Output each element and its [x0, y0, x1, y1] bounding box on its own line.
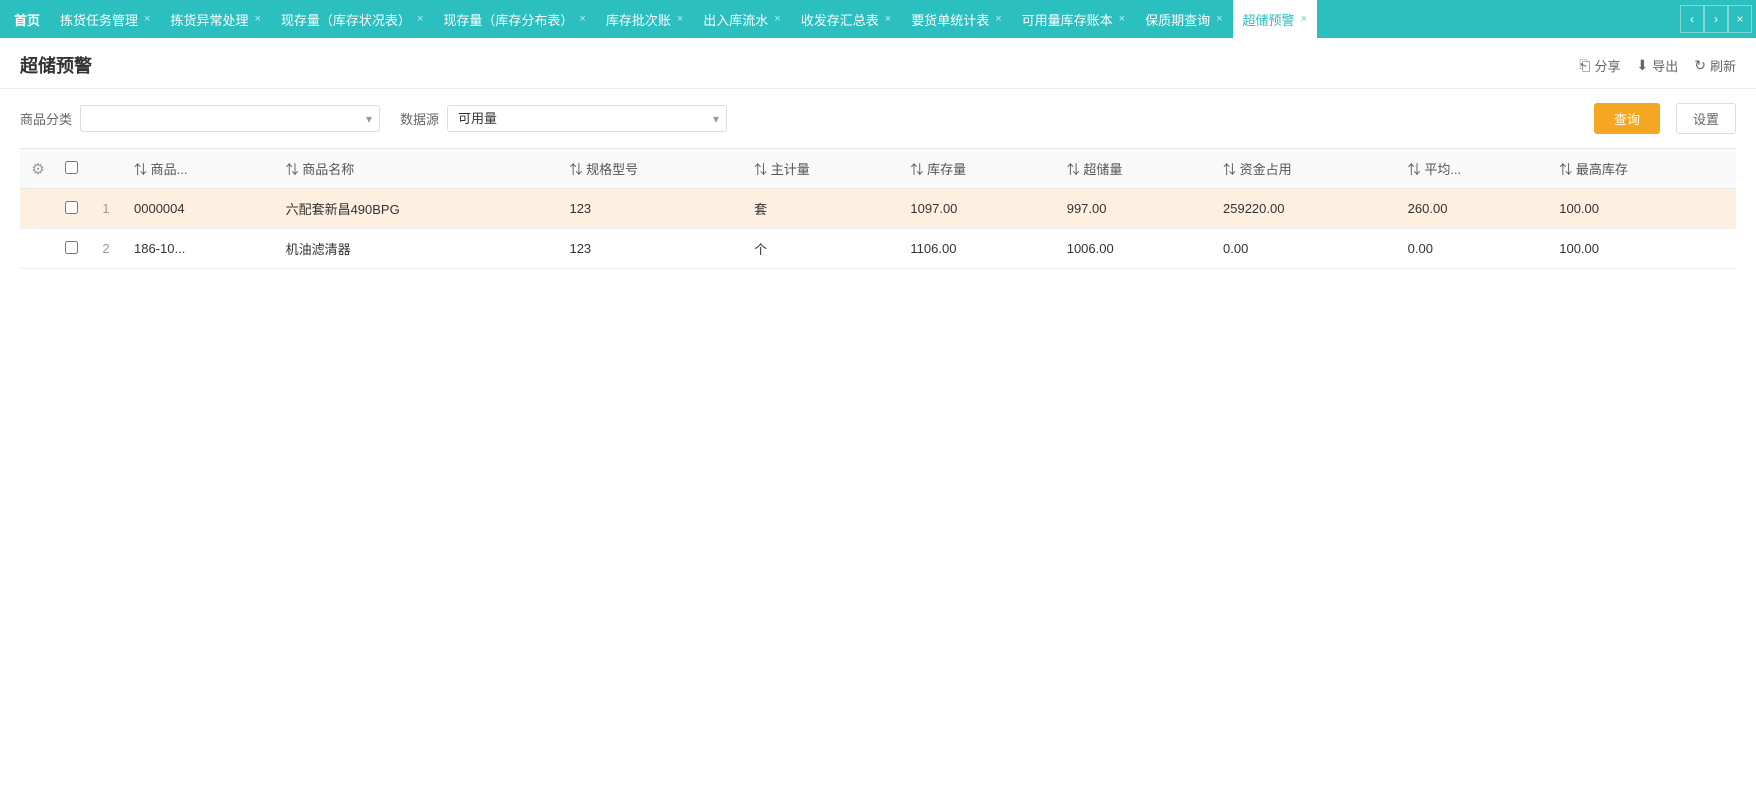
- row-checkbox-col-0[interactable]: [56, 189, 86, 229]
- col-settings[interactable]: ⚙: [20, 149, 56, 189]
- col-overstock[interactable]: ⇅ 超储量: [1059, 149, 1215, 189]
- nav-shelf-life[interactable]: 保质期查询 ×: [1135, 0, 1232, 38]
- page-content: 超储预警 ⎗ 分享 ⬇ 导出 ↻ 刷新 商品分类: [0, 38, 1756, 800]
- col-product-code[interactable]: ⇅ 商品...: [126, 149, 278, 189]
- nav-summary[interactable]: 收发存汇总表 ×: [791, 0, 901, 38]
- row-spec-0: 123: [561, 189, 746, 229]
- row-avg-0: 260.00: [1400, 189, 1552, 229]
- nav-stock-dist[interactable]: 现存量（库存分布表） ×: [433, 0, 595, 38]
- row-spec-1: 123: [561, 229, 746, 269]
- share-button[interactable]: ⎗ 分享: [1579, 56, 1620, 75]
- nav-home[interactable]: 首页: [4, 0, 50, 38]
- export-icon: ⬇: [1637, 57, 1649, 74]
- nav-order-stat[interactable]: 要货单统计表 ×: [901, 0, 1011, 38]
- row-stock-0: 1097.00: [902, 189, 1058, 229]
- row-unit-1: 个: [746, 229, 902, 269]
- row-product-name-0: 六配套新昌490BPG: [278, 189, 562, 229]
- row-checkbox-col-1[interactable]: [56, 229, 86, 269]
- refresh-icon: ↻: [1694, 57, 1706, 74]
- col-stock[interactable]: ⇅ 库存量: [902, 149, 1058, 189]
- nav-close-task-mgmt[interactable]: ×: [144, 13, 150, 25]
- datasource-select-wrapper: 可用量 库存量: [447, 105, 727, 132]
- category-label: 商品分类: [20, 109, 72, 128]
- table-row: 1 0000004 六配套新昌490BPG 123 套 1097.00 997.…: [20, 189, 1736, 229]
- col-product-name[interactable]: ⇅ 商品名称: [278, 149, 562, 189]
- row-max-stock-0: 100.00: [1551, 189, 1736, 229]
- row-avg-1: 0.00: [1400, 229, 1552, 269]
- query-button[interactable]: 查询: [1594, 103, 1660, 134]
- nav-arrow-left[interactable]: ‹: [1680, 5, 1704, 33]
- settings-button[interactable]: 设置: [1676, 103, 1736, 134]
- page-header: 超储预警 ⎗ 分享 ⬇ 导出 ↻ 刷新: [0, 38, 1756, 89]
- category-select[interactable]: [80, 105, 380, 132]
- category-select-wrapper: [80, 105, 380, 132]
- nav-close-shelf-life[interactable]: ×: [1216, 13, 1222, 25]
- nav-close-flow[interactable]: ×: [774, 13, 780, 25]
- page-actions: ⎗ 分享 ⬇ 导出 ↻ 刷新: [1579, 56, 1736, 75]
- filter-bar: 商品分类 数据源 可用量 库存量 查询 设置: [0, 89, 1756, 148]
- gear-icon[interactable]: ⚙: [31, 161, 44, 178]
- col-avg[interactable]: ⇅ 平均...: [1400, 149, 1552, 189]
- nav-close-stock-status[interactable]: ×: [417, 13, 423, 25]
- nav-avail-ledger[interactable]: 可用量库存账本 ×: [1012, 0, 1135, 38]
- nav-close-overstock[interactable]: ×: [1301, 13, 1307, 25]
- row-stock-1: 1106.00: [902, 229, 1058, 269]
- nav-close-avail-ledger[interactable]: ×: [1119, 13, 1125, 25]
- row-max-stock-1: 100.00: [1551, 229, 1736, 269]
- row-num-1: 2: [86, 229, 126, 269]
- col-max-stock[interactable]: ⇅ 最高库存: [1551, 149, 1736, 189]
- row-overstock-1: 1006.00: [1059, 229, 1215, 269]
- refresh-button[interactable]: ↻ 刷新: [1694, 56, 1736, 75]
- row-product-code-1: 186-10...: [126, 229, 278, 269]
- row-unit-0: 套: [746, 189, 902, 229]
- nav-overstock[interactable]: 超储预警 ×: [1233, 0, 1317, 38]
- datasource-select[interactable]: 可用量 库存量: [447, 105, 727, 132]
- nav-task-mgmt[interactable]: 拣货任务管理 ×: [50, 0, 160, 38]
- row-gear-1: [20, 229, 56, 269]
- row-checkbox-1[interactable]: [65, 241, 78, 254]
- nav-arrows: ‹ › ×: [1680, 5, 1752, 33]
- nav-close-summary[interactable]: ×: [885, 13, 891, 25]
- datasource-label: 数据源: [400, 109, 439, 128]
- nav-stock-status[interactable]: 现存量（库存状况表） ×: [271, 0, 433, 38]
- row-overstock-0: 997.00: [1059, 189, 1215, 229]
- col-spec[interactable]: ⇅ 规格型号: [561, 149, 746, 189]
- nav-close-stock-dist[interactable]: ×: [579, 13, 585, 25]
- nav-batch-ledger[interactable]: 库存批次账 ×: [596, 0, 693, 38]
- row-capital-1: 0.00: [1215, 229, 1400, 269]
- nav-exception[interactable]: 拣货异常处理 ×: [160, 0, 270, 38]
- nav-close-batch-ledger[interactable]: ×: [677, 13, 683, 25]
- table-header-row: ⚙ ⇅ 商品... ⇅ 商品名称 ⇅ 规格型号: [20, 149, 1736, 189]
- nav-flow[interactable]: 出入库流水 ×: [693, 0, 790, 38]
- col-checkbox: [56, 149, 86, 189]
- row-product-name-1: 机油滤清器: [278, 229, 562, 269]
- nav-close-exception[interactable]: ×: [254, 13, 260, 25]
- row-capital-0: 259220.00: [1215, 189, 1400, 229]
- table-row: 2 186-10... 机油滤清器 123 个 1106.00 1006.00 …: [20, 229, 1736, 269]
- page-title: 超储预警: [20, 52, 92, 78]
- table-container: ⚙ ⇅ 商品... ⇅ 商品名称 ⇅ 规格型号: [0, 148, 1756, 269]
- nav-arrow-close[interactable]: ×: [1728, 5, 1752, 33]
- overstock-table: ⚙ ⇅ 商品... ⇅ 商品名称 ⇅ 规格型号: [20, 148, 1736, 269]
- datasource-filter-group: 数据源 可用量 库存量: [400, 105, 727, 132]
- category-filter-group: 商品分类: [20, 105, 380, 132]
- nav-close-order-stat[interactable]: ×: [995, 13, 1001, 25]
- row-product-code-0: 0000004: [126, 189, 278, 229]
- export-button[interactable]: ⬇ 导出: [1637, 56, 1679, 75]
- right-buttons: 查询 设置: [1594, 103, 1736, 134]
- row-num-0: 1: [86, 189, 126, 229]
- col-capital[interactable]: ⇅ 资金占用: [1215, 149, 1400, 189]
- top-nav: 首页 拣货任务管理 × 拣货异常处理 × 现存量（库存状况表） × 现存量（库存…: [0, 0, 1756, 38]
- col-unit[interactable]: ⇅ 主计量: [746, 149, 902, 189]
- col-rownum: [86, 149, 126, 189]
- row-gear-0: [20, 189, 56, 229]
- share-icon: ⎗: [1579, 57, 1590, 74]
- select-all-checkbox[interactable]: [65, 161, 78, 174]
- nav-arrow-right[interactable]: ›: [1704, 5, 1728, 33]
- row-checkbox-0[interactable]: [65, 201, 78, 214]
